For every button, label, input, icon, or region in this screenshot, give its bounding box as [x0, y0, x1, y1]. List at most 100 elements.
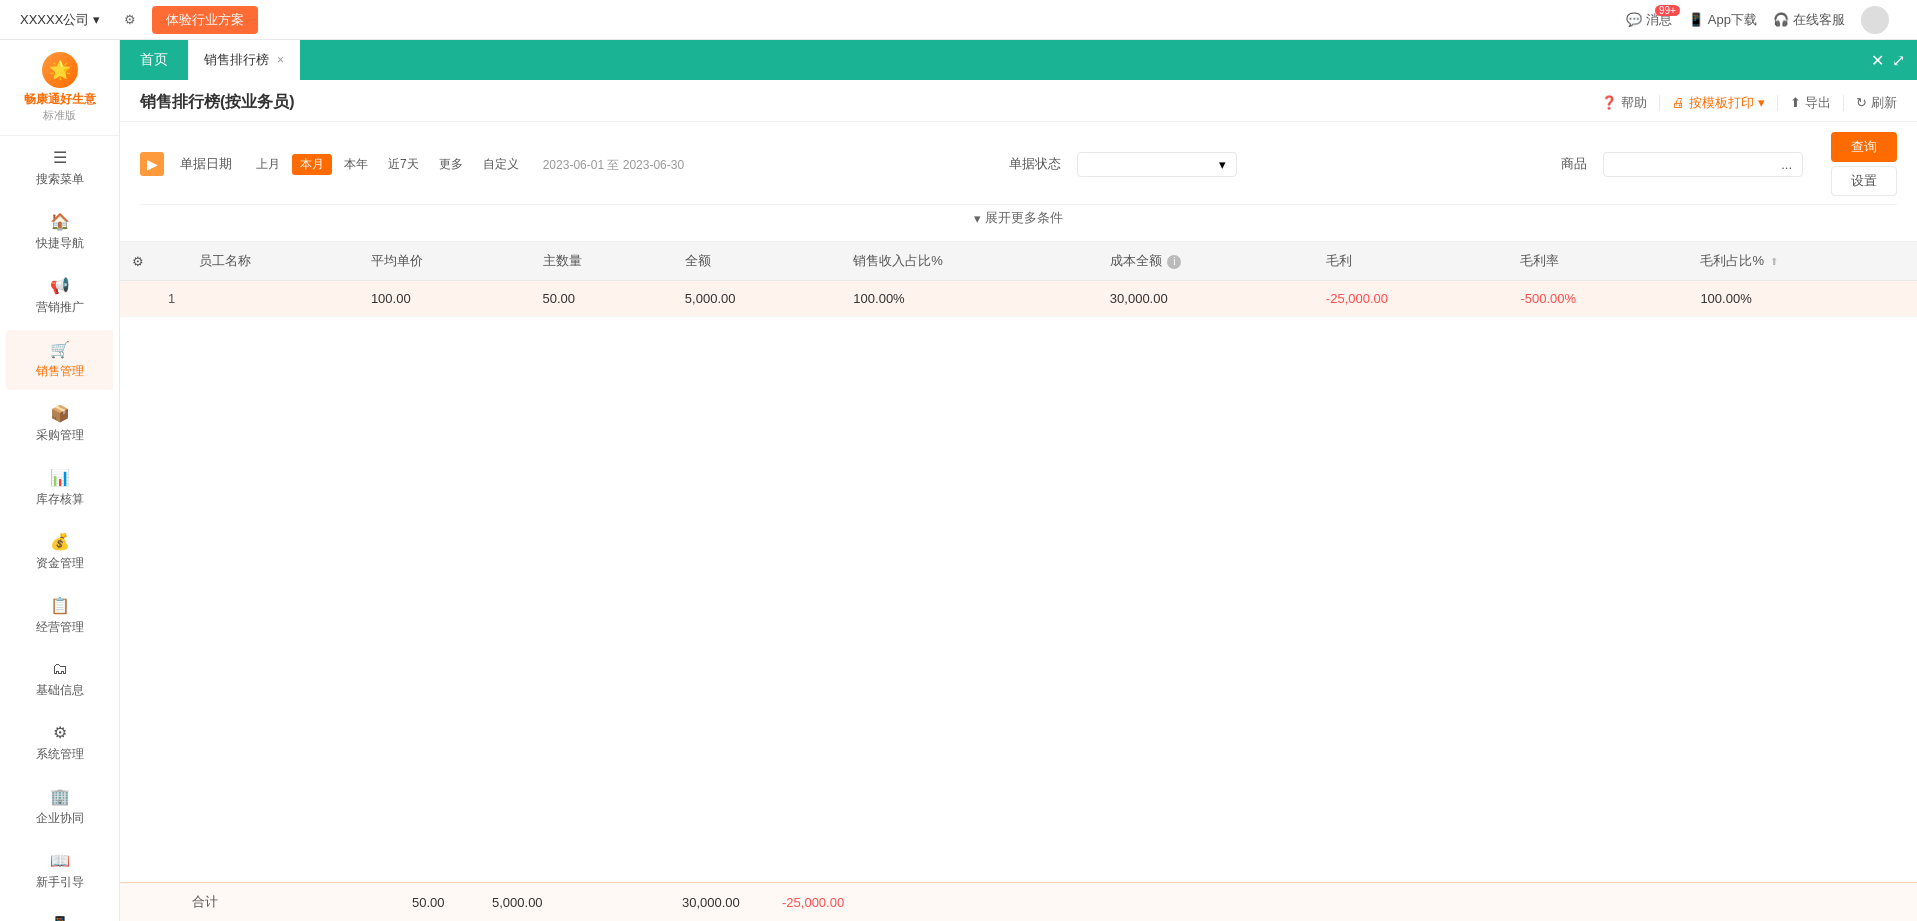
help-label: 帮助	[1621, 94, 1647, 112]
cell-amount: 5,000.00	[673, 281, 842, 317]
tab-close-icon[interactable]: ×	[277, 53, 284, 67]
sidebar-item-corp[interactable]: 🏢 企业协同	[6, 777, 113, 837]
status-select[interactable]: ▾	[1077, 152, 1237, 177]
sales-icon: 🛒	[50, 340, 70, 359]
sidebar-item-label: 企业协同	[36, 810, 84, 827]
window-expand-icon[interactable]: ⤢	[1892, 51, 1905, 70]
logo-area[interactable]: 🌟 畅康通好生意 标准版	[0, 40, 119, 136]
date-tab-7days[interactable]: 近7天	[380, 154, 427, 175]
col-avg-price: 平均单价	[359, 242, 531, 281]
marketing-icon: 📢	[50, 276, 70, 295]
date-tab-prev[interactable]: 上月	[248, 154, 288, 175]
sidebar-item-label: 快捷导航	[36, 235, 84, 252]
operation-icon: 📋	[50, 596, 70, 615]
goods-input[interactable]: ...	[1603, 152, 1803, 177]
refresh-button[interactable]: ↻ 刷新	[1856, 94, 1897, 112]
cell-name	[187, 281, 359, 317]
status-label: 单据状态	[1009, 155, 1061, 173]
sidebar-item-marketing[interactable]: 📢 营销推广	[6, 266, 113, 326]
cost-value: 30,000.00	[1110, 291, 1168, 306]
amount-value: 5,000.00	[685, 291, 736, 306]
search-menu-icon: ☰	[53, 148, 67, 167]
trial-button[interactable]: 体验行业方案	[152, 6, 258, 34]
company-name: XXXXX公司	[20, 11, 89, 29]
sidebar-item-finance[interactable]: 💰 资金管理	[6, 522, 113, 582]
company-selector[interactable]: XXXXX公司 ▾	[12, 7, 108, 33]
date-tab-custom[interactable]: 自定义	[475, 154, 527, 175]
help-button[interactable]: ❓ 帮助	[1601, 94, 1647, 112]
message-badge: 99+	[1655, 5, 1680, 16]
basic-icon: 🗂	[52, 660, 68, 678]
date-range-group: 2023-06-01 至 2023-06-30	[543, 155, 684, 174]
col-gross-label: 毛利	[1326, 253, 1352, 268]
export-button[interactable]: ⬆ 导出	[1790, 94, 1831, 112]
sidebar-item-label: 系统管理	[36, 746, 84, 763]
gross-pct-value: 100.00%	[1700, 291, 1751, 306]
footer-cost: 30,000.00	[682, 895, 782, 910]
chevron-down-icon: ▾	[93, 12, 100, 27]
sidebar-item-sales[interactable]: 🛒 销售管理	[6, 330, 113, 390]
filter-toggle-btn[interactable]: ▶	[140, 152, 164, 176]
table-head: ⚙ 员工名称 平均单价 主数量	[120, 242, 1917, 281]
sidebar-item-appstore[interactable]: 📱 应用中心	[6, 905, 113, 921]
sidebar-item-purchase[interactable]: 📦 采购管理	[6, 394, 113, 454]
app-download-label: App下载	[1708, 11, 1757, 29]
app-download-button[interactable]: 📱 App下载	[1688, 11, 1757, 29]
sidebar-item-operation[interactable]: 📋 经营管理	[6, 586, 113, 646]
divider-2	[1777, 95, 1778, 111]
tab-home[interactable]: 首页	[120, 40, 188, 80]
avg-price-value: 100.00	[371, 291, 411, 306]
sales-pct-value: 100.00%	[853, 291, 904, 306]
gross-value: -25,000.00	[1326, 291, 1388, 306]
cell-qty: 50.00	[531, 281, 673, 317]
tab-sales-ranking[interactable]: 销售排行榜 ×	[188, 40, 300, 80]
cell-avg-price: 100.00	[359, 281, 531, 317]
print-button[interactable]: 🖨 按模板打印 ▾	[1672, 94, 1765, 112]
sidebar-item-guide[interactable]: 📖 新手引导	[6, 841, 113, 901]
cost-info-icon[interactable]: i	[1167, 255, 1181, 269]
settings-button[interactable]: 设置	[1831, 166, 1897, 196]
sidebar-item-label: 采购管理	[36, 427, 84, 444]
help-icon: ❓	[1601, 95, 1617, 110]
expand-chevron-icon: ▾	[974, 211, 981, 226]
qty-value: 50.00	[543, 291, 576, 306]
query-button[interactable]: 查询	[1831, 132, 1897, 162]
top-right-area: 💬 消息 99+ 📱 App下载 🎧 在线客服	[1626, 6, 1905, 34]
col-qty-label: 主数量	[543, 253, 582, 268]
sidebar-item-search[interactable]: ☰ 搜索菜单	[6, 138, 113, 198]
sidebar-item-label: 销售管理	[36, 363, 84, 380]
window-close-icon[interactable]: ✕	[1871, 51, 1884, 70]
refresh-icon: ↻	[1856, 95, 1867, 110]
status-chevron-icon: ▾	[1219, 157, 1226, 172]
sidebar-item-system[interactable]: ⚙ 系统管理	[6, 713, 113, 773]
gross-pct-sort-icon[interactable]: ⬆	[1770, 256, 1778, 267]
col-sales-pct-label: 销售收入占比%	[853, 253, 943, 268]
avatar[interactable]	[1861, 6, 1889, 34]
col-name-label: 员工名称	[199, 253, 251, 268]
expand-more-conditions[interactable]: ▾ 展开更多条件	[140, 204, 1897, 231]
settings-icon-btn[interactable]: ⚙	[116, 6, 144, 34]
message-button[interactable]: 💬 消息 99+	[1626, 11, 1672, 29]
tab-label: 销售排行榜	[204, 51, 269, 69]
guide-icon: 📖	[50, 851, 70, 870]
sidebar-item-basic[interactable]: 🗂 基础信息	[6, 650, 113, 709]
sidebar-item-label: 搜索菜单	[36, 171, 84, 188]
gear-icon[interactable]: ⚙	[132, 254, 144, 269]
col-amount: 全额	[673, 242, 842, 281]
sidebar-item-inventory[interactable]: 📊 库存核算	[6, 458, 113, 518]
date-tab-year[interactable]: 本年	[336, 154, 376, 175]
online-service-button[interactable]: 🎧 在线客服	[1773, 11, 1845, 29]
goods-ellipsis: ...	[1781, 157, 1792, 172]
col-gear: ⚙	[120, 242, 156, 281]
sidebar-item-label: 库存核算	[36, 491, 84, 508]
col-cost: 成本全额 i	[1098, 242, 1314, 281]
page-header: 销售排行榜(按业务员) ❓ 帮助 🖨 按模板打印 ▾ ⬆	[120, 80, 1917, 122]
col-qty: 主数量	[531, 242, 673, 281]
filter-row-1: ▶ 单据日期 上月 本月 本年 近7天 更多 自定义 2023-06-01 至 …	[140, 132, 1897, 196]
date-tab-curr[interactable]: 本月	[292, 154, 332, 175]
date-tab-more[interactable]: 更多	[431, 154, 471, 175]
purchase-icon: 📦	[50, 404, 70, 423]
table-header-row: ⚙ 员工名称 平均单价 主数量	[120, 242, 1917, 281]
content-area: 首页 销售排行榜 × ✕ ⤢ 销售排行榜(按业务员) ❓ 帮助	[120, 40, 1917, 921]
sidebar-item-shortcut[interactable]: 🏠 快捷导航	[6, 202, 113, 262]
